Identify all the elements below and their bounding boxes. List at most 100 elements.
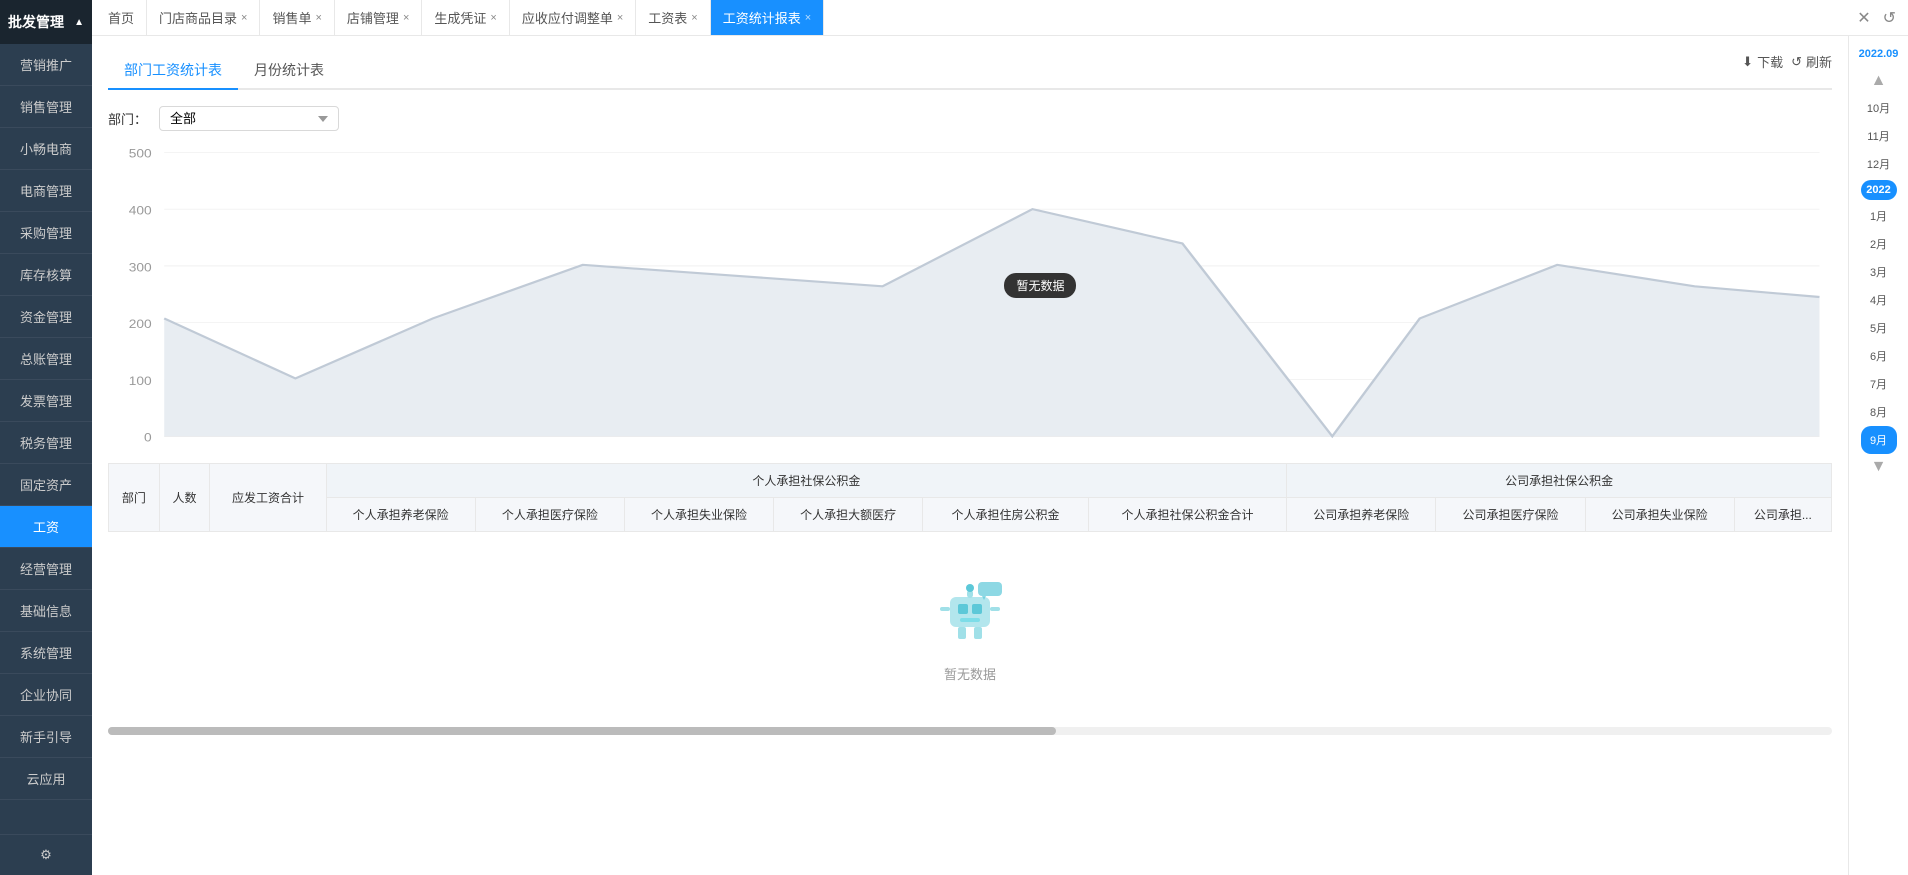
close-all-button[interactable]: ✕ — [1853, 6, 1874, 30]
action-buttons: ⬇ 下载 ↺ 刷新 — [1742, 52, 1832, 71]
dept-select[interactable]: 全部销售部财务部采购部仓储部 — [159, 106, 339, 131]
sub-tabs: 部门工资统计表月份统计表 — [108, 52, 1832, 90]
col-sub-header: 个人承担住房公积金 — [923, 498, 1089, 532]
tab-close-btn[interactable]: × — [315, 12, 321, 24]
sidebar-item-总账管理[interactable]: 总账管理 — [0, 338, 92, 380]
sub-tab-1[interactable]: 月份统计表 — [238, 52, 340, 90]
toolbar: 部门： 全部销售部财务部采购部仓储部 — [108, 106, 1832, 131]
sidebar-item-工资[interactable]: 工资 — [0, 506, 92, 548]
svg-text:500: 500 — [129, 147, 152, 160]
empty-label: 暂无数据 — [944, 664, 996, 683]
tab-close-btn[interactable]: × — [241, 12, 247, 24]
timeline-month-1[interactable]: 1月 — [1861, 202, 1897, 230]
timeline-year-marker: 2022 — [1861, 180, 1897, 200]
page-content: ⬇ 下载 ↺ 刷新 部门工资统计表月份统计表 部门： 全部销售部财务部采购部仓储… — [92, 36, 1848, 875]
col-sub-header: 公司承担医疗保险 — [1436, 498, 1585, 532]
dept-label: 部门： — [108, 109, 147, 128]
timeline-month-4[interactable]: 4月 — [1861, 286, 1897, 314]
main-area: 首页门店商品目录×销售单×店铺管理×生成凭证×应收应付调整单×工资表×工资统计报… — [92, 0, 1908, 875]
sidebar-item-采购管理[interactable]: 采购管理 — [0, 212, 92, 254]
sidebar-item-经营管理[interactable]: 经营管理 — [0, 548, 92, 590]
tab-生成凭证[interactable]: 生成凭证× — [422, 0, 509, 35]
sidebar-item-库存核算[interactable]: 库存核算 — [0, 254, 92, 296]
horizontal-scrollbar[interactable] — [108, 727, 1832, 735]
sidebar-item-基础信息[interactable]: 基础信息 — [0, 590, 92, 632]
col-sub-header: 个人承担社保公积金合计 — [1088, 498, 1286, 532]
tab-店铺管理[interactable]: 店铺管理 × — [335, 0, 422, 35]
timeline-month-5[interactable]: 5月 — [1861, 314, 1897, 342]
col-sub-header: 公司承担失业保险 — [1585, 498, 1734, 532]
scrollbar-thumb[interactable] — [108, 727, 1056, 735]
download-button[interactable]: ⬇ 下载 — [1742, 52, 1783, 71]
sidebar-item-发票管理[interactable]: 发票管理 — [0, 380, 92, 422]
timeline-month-12[interactable]: 12月 — [1861, 150, 1897, 178]
tab-label: 销售单 — [272, 8, 311, 27]
tab-应收应付调整单[interactable]: 应收应付调整单 × — [510, 0, 636, 35]
tab-label: 店铺管理 — [347, 8, 399, 27]
chart-tooltip: 暂无数据 — [1004, 273, 1076, 298]
timeline-panel: 2022.09 ▲ 10月11月12月20221月2月3月4月5月6月7月8月9… — [1848, 36, 1908, 875]
tab-门店商品目录[interactable]: 门店商品目录 × — [147, 0, 260, 35]
empty-state: 暂无数据 — [108, 532, 1832, 723]
timeline-month-10[interactable]: 10月 — [1861, 94, 1897, 122]
col-sub-header: 公司承担养老保险 — [1287, 498, 1436, 532]
tab-close-btn[interactable]: × — [691, 12, 697, 24]
timeline-down-nav[interactable]: ▼ — [1867, 454, 1891, 480]
sidebar-item-资金管理[interactable]: 资金管理 — [0, 296, 92, 338]
data-table: 部门 人数 应发工资合计 个人承担社保公积金 公司承担社保公积金 个人承担养老保… — [108, 463, 1832, 532]
chart-area: 0 100 200 300 400 500 — [108, 147, 1832, 447]
timeline-month-3[interactable]: 3月 — [1861, 258, 1897, 286]
timeline-up-nav[interactable]: ▲ — [1867, 68, 1891, 94]
svg-text:400: 400 — [129, 203, 152, 217]
robot-icon — [930, 572, 1010, 652]
sidebar-item-新手引导[interactable]: 新手引导 — [0, 716, 92, 758]
svg-text:200: 200 — [129, 317, 152, 331]
refresh-icon: ↺ — [1791, 54, 1802, 70]
sidebar-item-固定资产[interactable]: 固定资产 — [0, 464, 92, 506]
tab-工资统计报表[interactable]: 工资统计报表 × — [711, 0, 824, 35]
svg-text:100: 100 — [129, 374, 152, 388]
sidebar: 批发管理 ▲ 营销推广销售管理小畅电商电商管理采购管理库存核算资金管理总账管理发… — [0, 0, 92, 875]
tab-label: 应收应付调整单 — [522, 8, 613, 27]
tab-label: 工资表 — [648, 8, 687, 27]
tab-label: 门店商品目录 — [159, 8, 237, 27]
sidebar-collapse-icon: ▲ — [74, 17, 84, 28]
tab-销售单[interactable]: 销售单 × — [260, 0, 334, 35]
sidebar-settings[interactable]: ⚙ — [0, 834, 92, 875]
tab-label: 工资统计报表 — [723, 8, 801, 27]
tab-工资表[interactable]: 工资表 × — [636, 0, 710, 35]
timeline-month-11[interactable]: 11月 — [1861, 122, 1897, 150]
sidebar-item-销售管理[interactable]: 销售管理 — [0, 86, 92, 128]
download-icon: ⬇ — [1742, 54, 1753, 70]
sidebar-item-小畅电商[interactable]: 小畅电商 — [0, 128, 92, 170]
sidebar-item-税务管理[interactable]: 税务管理 — [0, 422, 92, 464]
timeline-month-8[interactable]: 8月 — [1861, 398, 1897, 426]
refresh-tab-button[interactable]: ↺ — [1879, 6, 1900, 30]
col-group-company: 公司承担社保公积金 — [1287, 464, 1832, 498]
tab-close-btn[interactable]: × — [617, 12, 623, 24]
svg-text:0: 0 — [144, 431, 152, 445]
col-count: 人数 — [159, 464, 210, 532]
sidebar-item-系统管理[interactable]: 系统管理 — [0, 632, 92, 674]
tab-首页[interactable]: 首页 — [96, 0, 147, 35]
tab-close-btn[interactable]: × — [403, 12, 409, 24]
timeline-month-2[interactable]: 2月 — [1861, 230, 1897, 258]
sidebar-item-企业协同[interactable]: 企业协同 — [0, 674, 92, 716]
refresh-button[interactable]: ↺ 刷新 — [1791, 52, 1832, 71]
timeline-month-9[interactable]: 9月 — [1861, 426, 1897, 454]
sidebar-header[interactable]: 批发管理 ▲ — [0, 0, 92, 44]
sidebar-item-营销推广[interactable]: 营销推广 — [0, 44, 92, 86]
sidebar-item-云应用[interactable]: 云应用 — [0, 758, 92, 800]
tab-label: 首页 — [108, 8, 134, 27]
timeline-month-6[interactable]: 6月 — [1861, 342, 1897, 370]
col-sub-header: 个人承担医疗保险 — [475, 498, 624, 532]
sub-tab-0[interactable]: 部门工资统计表 — [108, 52, 238, 90]
sidebar-item-电商管理[interactable]: 电商管理 — [0, 170, 92, 212]
content-area: ⬇ 下载 ↺ 刷新 部门工资统计表月份统计表 部门： 全部销售部财务部采购部仓储… — [92, 36, 1908, 875]
svg-text:300: 300 — [129, 260, 152, 274]
tab-close-btn[interactable]: × — [490, 12, 496, 24]
col-dept: 部门 — [109, 464, 160, 532]
col-sub-header: 个人承担大额医疗 — [774, 498, 923, 532]
tab-close-btn[interactable]: × — [805, 12, 811, 24]
timeline-month-7[interactable]: 7月 — [1861, 370, 1897, 398]
